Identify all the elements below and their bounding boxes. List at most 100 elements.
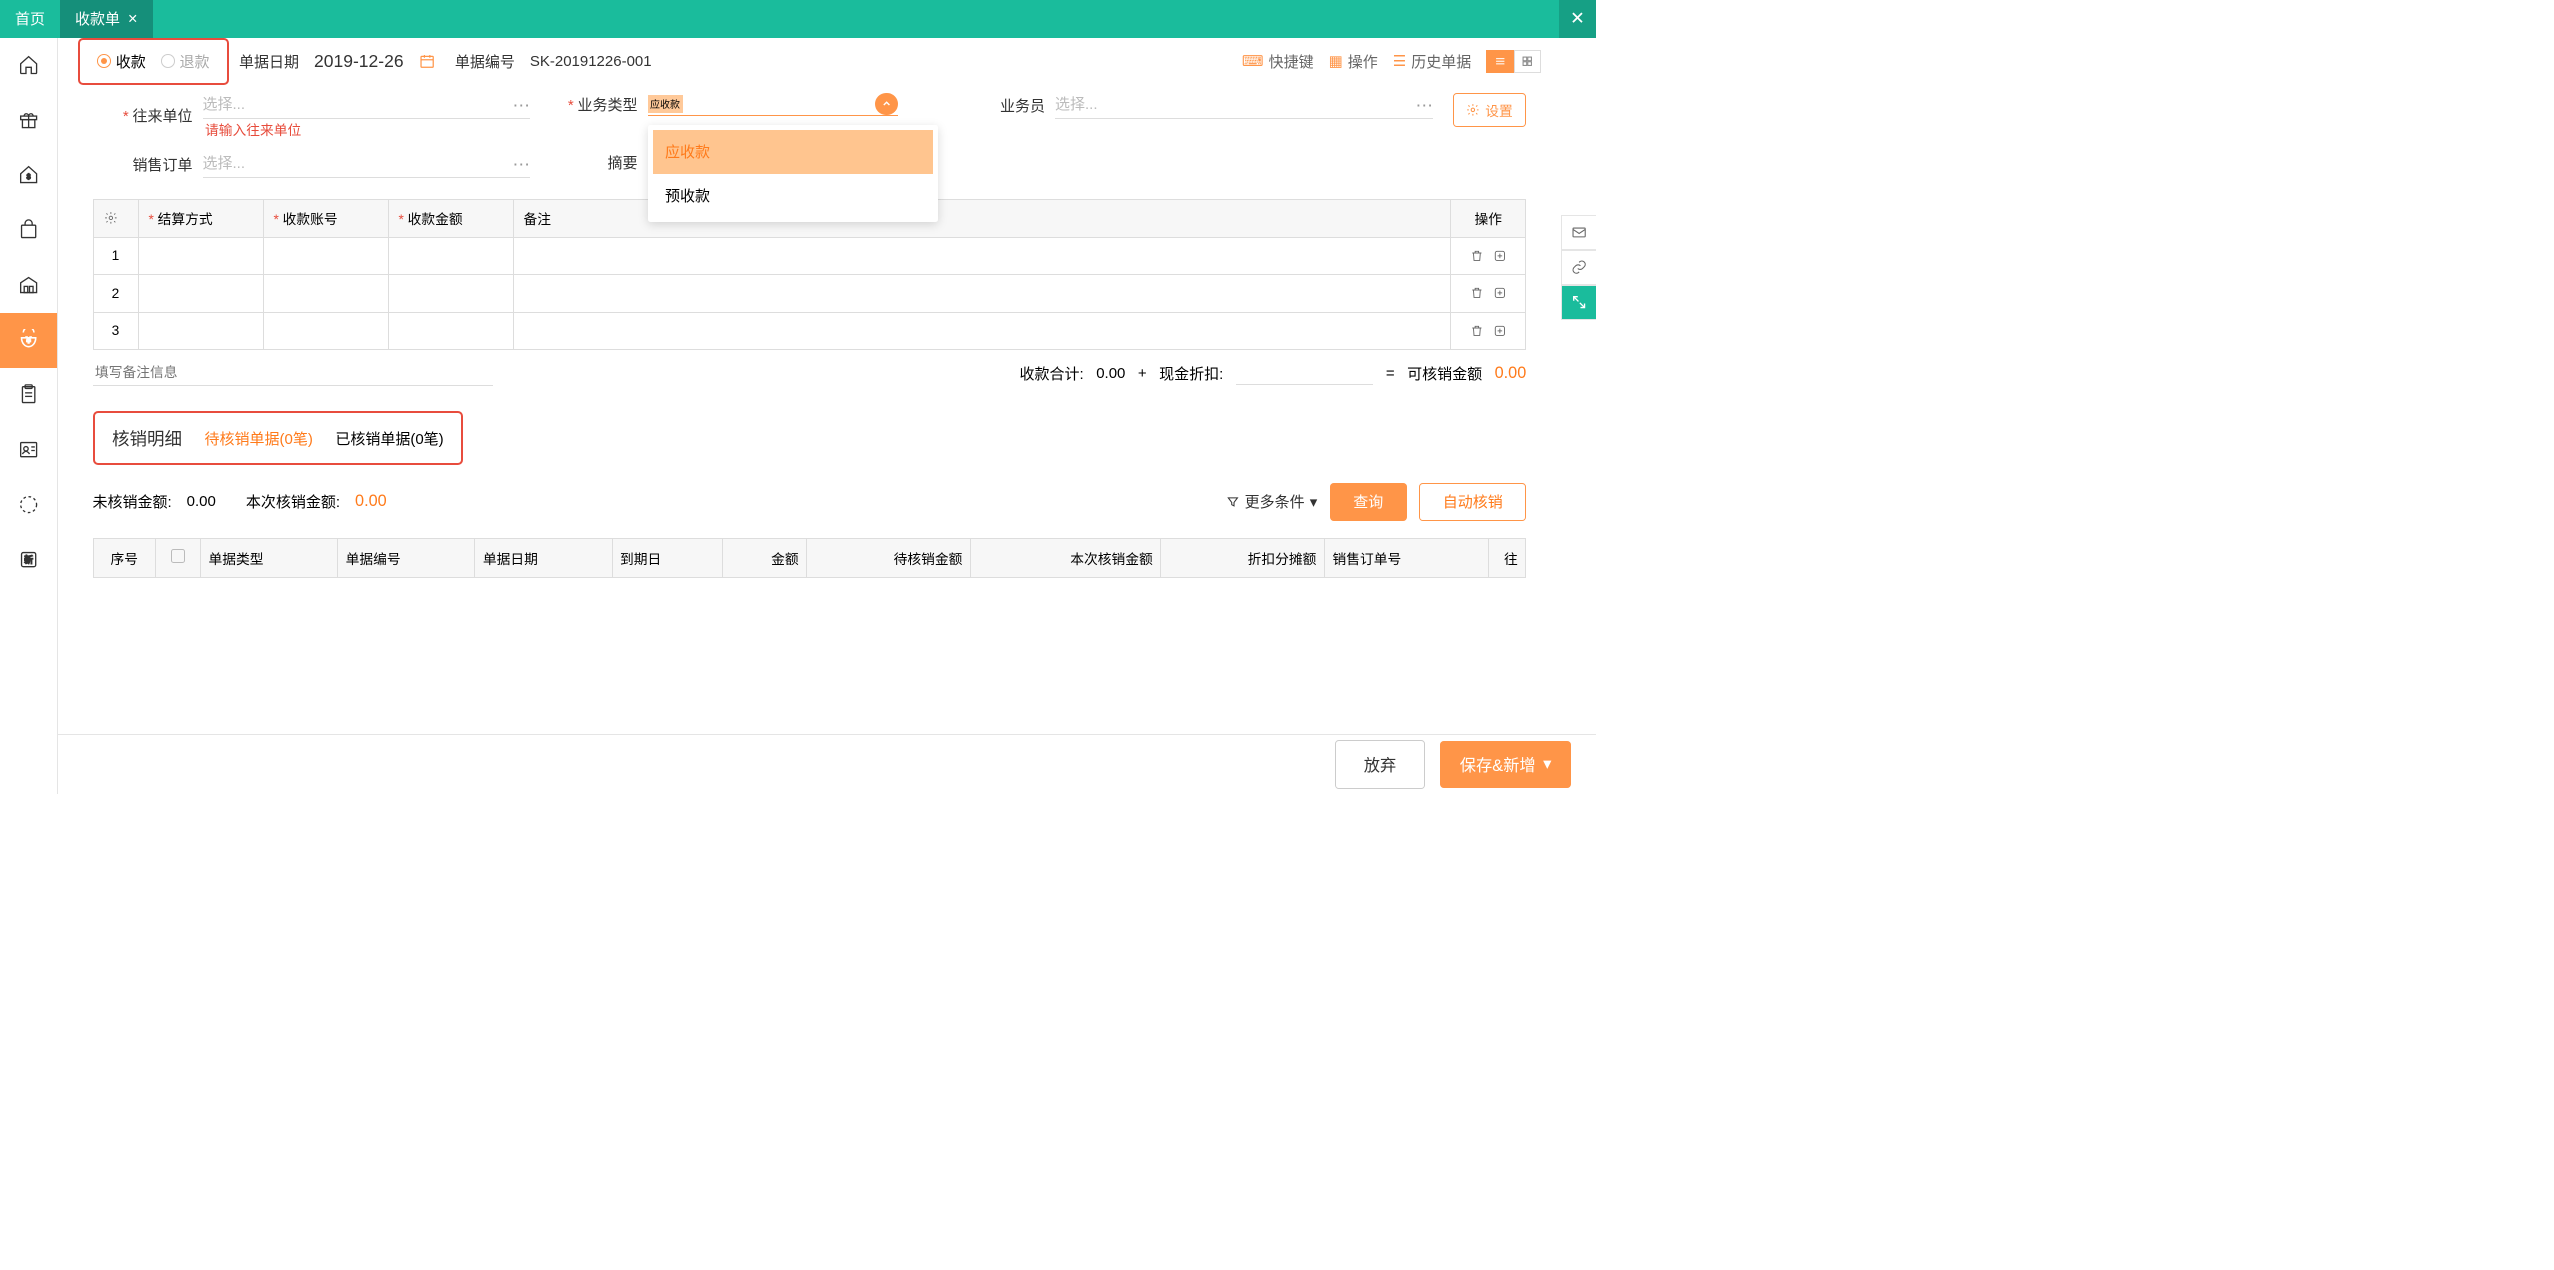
btn-label: 保存&新增: [1460, 752, 1536, 776]
trash-icon[interactable]: [1470, 249, 1484, 263]
sidebar-home-icon[interactable]: [0, 38, 57, 93]
right-sidebar: [1561, 215, 1596, 320]
sidebar-gift-icon[interactable]: [0, 93, 57, 148]
svg-text:新: 新: [24, 555, 33, 566]
svg-text:¥: ¥: [26, 337, 31, 346]
verify-tab-pending[interactable]: 待核销单据(0笔): [205, 428, 313, 449]
salesorder-input[interactable]: [203, 152, 513, 178]
calendar-icon[interactable]: [419, 53, 435, 69]
plus-icon[interactable]: [1493, 249, 1507, 263]
col-header: 金额: [723, 539, 807, 578]
sidebar: $ ¥ 新: [0, 38, 58, 794]
verify-tab-done[interactable]: 已核销单据(0笔): [335, 428, 443, 449]
gear-icon[interactable]: [93, 200, 138, 238]
col-header: 到期日: [612, 539, 723, 578]
summary-row: 收款合计: 0.00 + 现金折扣: = 可核销金额 0.00: [58, 350, 1562, 396]
row-num: 3: [93, 312, 138, 350]
radio-receipt[interactable]: 收款: [97, 51, 146, 72]
col-checkbox[interactable]: [156, 539, 201, 578]
list-icon: ☰: [1393, 52, 1406, 70]
sidebar-warehouse-icon[interactable]: [0, 258, 57, 313]
link-label: 历史单据: [1411, 51, 1471, 72]
sidebar-bag-icon[interactable]: [0, 203, 57, 258]
table-row[interactable]: 1: [93, 237, 1526, 275]
plus-sign: +: [1138, 365, 1147, 382]
link-icon[interactable]: [1561, 250, 1596, 285]
radio-label: 收款: [116, 51, 146, 72]
sidebar-money-house-icon[interactable]: $: [0, 148, 57, 203]
chevron-up-icon[interactable]: [875, 93, 898, 116]
row-num: 1: [93, 237, 138, 275]
sidebar-clipboard-icon[interactable]: [0, 368, 57, 423]
save-new-button[interactable]: 保存&新增 ▾: [1440, 741, 1572, 788]
filter-icon: [1226, 495, 1240, 509]
auto-verify-button[interactable]: 自动核销: [1419, 483, 1526, 521]
col-header: 往: [1488, 539, 1526, 578]
sidebar-new-icon[interactable]: 新: [0, 533, 57, 588]
radio-label: 退款: [180, 51, 210, 72]
tab-receipt[interactable]: 收款单 ✕: [60, 0, 153, 38]
table-row[interactable]: 3: [93, 312, 1526, 350]
col-header: 收款金额: [408, 212, 463, 227]
discard-button[interactable]: 放弃: [1335, 740, 1425, 789]
expand-icon[interactable]: [1561, 285, 1596, 320]
chevron-down-icon[interactable]: ▾: [1543, 754, 1551, 774]
header-bar: 首页 收款单 ✕ ✕: [0, 0, 1596, 38]
trash-icon[interactable]: [1470, 324, 1484, 338]
view-list-icon[interactable]: [1486, 50, 1514, 73]
date-label: 单据日期: [239, 51, 299, 72]
grid-icon: ▦: [1329, 52, 1343, 70]
sidebar-finance-icon[interactable]: ¥: [0, 313, 57, 368]
docno-label: 单据编号: [455, 51, 515, 72]
unverified-label: 未核销金额:: [93, 491, 172, 512]
mail-icon[interactable]: [1561, 215, 1596, 250]
sidebar-contacts-icon[interactable]: [0, 423, 57, 478]
settings-button[interactable]: 设置: [1453, 93, 1526, 128]
col-header: 本次核销金额: [970, 539, 1160, 578]
equals-sign: =: [1386, 365, 1395, 382]
history-button[interactable]: ☰ 历史单据: [1393, 51, 1471, 72]
link-label: 操作: [1348, 51, 1378, 72]
radio-checked-icon: [97, 54, 111, 68]
dropdown-option-advance[interactable]: 预收款: [653, 174, 933, 218]
more-filter-button[interactable]: 更多条件 ▾: [1226, 491, 1317, 512]
table-row[interactable]: 2: [93, 275, 1526, 313]
notes-input[interactable]: [93, 360, 493, 386]
dropdown-option-receivable[interactable]: 应收款: [653, 130, 933, 174]
close-icon[interactable]: ✕: [128, 11, 138, 26]
summary-label: 摘要: [550, 152, 638, 173]
query-button[interactable]: 查询: [1330, 483, 1407, 521]
view-card-icon[interactable]: [1514, 50, 1542, 73]
col-header: 单据日期: [475, 539, 612, 578]
total-label: 收款合计:: [1020, 363, 1084, 384]
checkbox-icon[interactable]: [171, 549, 185, 563]
shortcut-button[interactable]: ⌨ 快捷键: [1242, 51, 1314, 72]
discount-input[interactable]: [1236, 361, 1374, 385]
ellipsis-icon[interactable]: ⋯: [513, 154, 531, 175]
col-header: 销售订单号: [1324, 539, 1488, 578]
salesperson-input[interactable]: [1055, 93, 1415, 119]
radio-refund[interactable]: 退款: [161, 51, 210, 72]
date-value[interactable]: 2019-12-26: [314, 51, 404, 72]
thisverify-value: 0.00: [355, 492, 387, 511]
receipt-type-radio-group: 收款 退款: [78, 38, 230, 86]
keyboard-icon: ⌨: [1242, 52, 1264, 70]
partner-input[interactable]: [203, 93, 513, 119]
sidebar-sync-icon[interactable]: [0, 478, 57, 533]
btn-label: 设置: [1485, 100, 1513, 120]
trash-icon[interactable]: [1470, 286, 1484, 300]
footer: 放弃 保存&新增 ▾: [58, 734, 1597, 794]
window-close-button[interactable]: ✕: [1559, 0, 1597, 38]
link-label: 快捷键: [1269, 51, 1314, 72]
col-header: 单据编号: [338, 539, 475, 578]
docno-value: SK-20191226-001: [530, 53, 652, 70]
operate-button[interactable]: ▦ 操作: [1329, 51, 1378, 72]
partner-error: 请输入往来单位: [203, 119, 531, 139]
plus-icon[interactable]: [1493, 286, 1507, 300]
biztype-value[interactable]: 应收款: [648, 95, 683, 113]
verifiable-label: 可核销金额: [1407, 363, 1482, 384]
tab-home[interactable]: 首页: [0, 0, 60, 38]
ellipsis-icon[interactable]: ⋯: [1415, 95, 1433, 116]
ellipsis-icon[interactable]: ⋯: [513, 95, 531, 116]
plus-icon[interactable]: [1493, 324, 1507, 338]
